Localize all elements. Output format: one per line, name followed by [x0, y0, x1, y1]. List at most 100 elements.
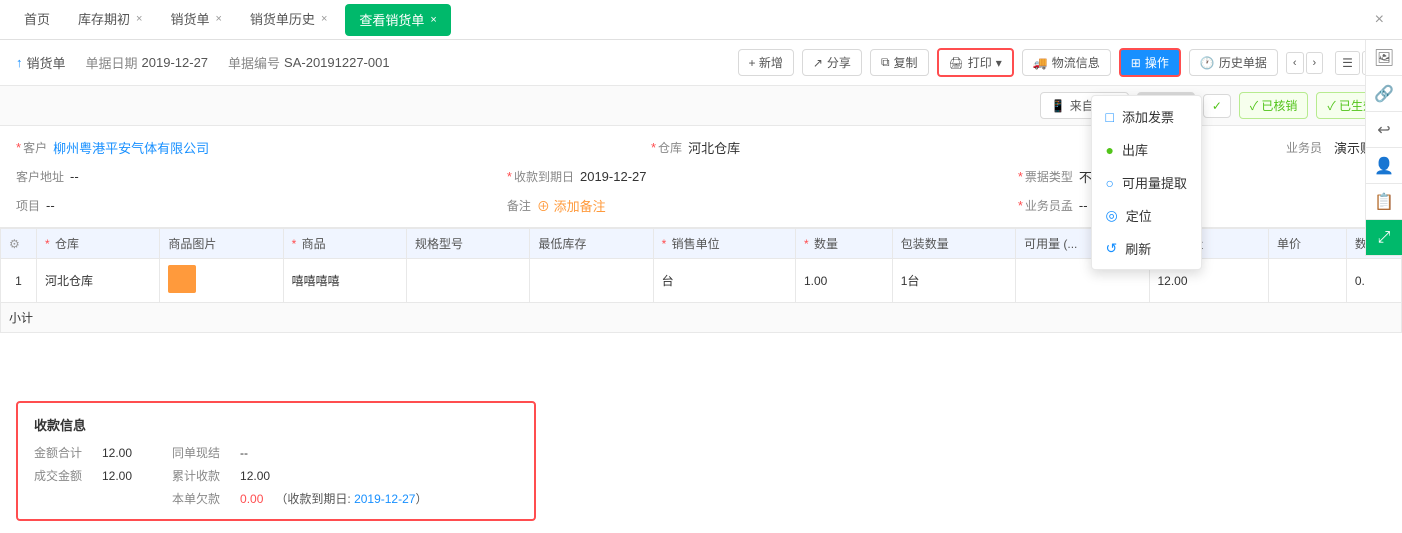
- out-stock-label: 出库: [1122, 140, 1148, 159]
- th-min-stock: 最低库存: [530, 229, 653, 259]
- list-view-button[interactable]: ☰: [1335, 51, 1360, 75]
- subtotal-row: 小计: [1, 303, 1402, 333]
- right-panel-return-icon[interactable]: ↩: [1366, 112, 1402, 148]
- prev-record-button[interactable]: ‹: [1286, 52, 1304, 74]
- customer-label: 客户: [23, 139, 47, 156]
- th-settings: ⚙: [1, 229, 37, 259]
- payment-row-deal: 成交金额 12.00: [34, 467, 132, 484]
- collected-value: 12.00: [240, 469, 270, 483]
- history-button-label: 历史单据: [1219, 54, 1267, 71]
- check-icon: ✓: [1212, 99, 1222, 113]
- tab-inventory-init-close[interactable]: ×: [136, 13, 142, 25]
- due-date-required-star: *: [507, 169, 512, 184]
- th-unit: * 销售单位: [653, 229, 795, 259]
- doc-actions: + 新增 ↗ 分享 ⧉ 复制 🖨 打印 ▾ 🚚 物流信息: [738, 48, 1386, 77]
- tab-view-sales[interactable]: 查看销货单 ×: [345, 4, 450, 36]
- customer-field: * 客户 柳州粤港平安气体有限公司: [16, 138, 651, 157]
- tab-inventory-init[interactable]: 库存期初 ×: [64, 0, 156, 40]
- refresh-icon: ↺: [1106, 240, 1118, 257]
- doc-type-icon: ↑: [16, 55, 23, 70]
- td-pack-qty: 1台: [892, 259, 1015, 303]
- tab-home[interactable]: 首页: [10, 0, 64, 40]
- right-panel-clipboard-icon[interactable]: 📋: [1366, 184, 1402, 220]
- right-panel-image-icon[interactable]: 🖼: [1366, 40, 1402, 76]
- right-panel: 🖼 🔗 ↩ 👤 📋 ⤢: [1365, 40, 1402, 256]
- project-field: 项目 --: [16, 197, 507, 214]
- doc-meta: 单据日期 2019-12-27 单据编号 SA-20191227-001: [86, 53, 390, 72]
- due-date-value[interactable]: 2019-12-27: [580, 169, 647, 184]
- due-date-label: 收款到期日: [514, 168, 574, 185]
- phone-icon: 📱: [1051, 99, 1066, 113]
- add-invoice-label: 添加发票: [1122, 107, 1174, 126]
- th-product-img: 商品图片: [160, 229, 283, 259]
- deal-amount-value: 12.00: [102, 469, 132, 483]
- menu-item-out-stock[interactable]: ● 出库: [1092, 133, 1201, 166]
- staff-label: 业务员: [1286, 139, 1322, 156]
- th-price: 单价: [1269, 229, 1347, 259]
- history-button[interactable]: 🕐 历史单据: [1189, 49, 1278, 76]
- nav-arrows: ‹ ›: [1286, 52, 1323, 74]
- ticket-required-star: *: [1018, 169, 1023, 184]
- owed-value: 0.00: [240, 492, 263, 506]
- menu-item-add-invoice[interactable]: □ 添加发票: [1092, 100, 1201, 133]
- ticket-label: 票据类型: [1025, 168, 1073, 185]
- address-field: 客户地址 --: [16, 168, 507, 185]
- operations-button[interactable]: ⊞ 操作: [1119, 48, 1181, 77]
- new-button[interactable]: + 新增: [738, 49, 794, 76]
- share-button[interactable]: ↗ 分享: [802, 49, 862, 76]
- logistics-button-label: 物流信息: [1052, 54, 1100, 71]
- operations-icon: ⊞: [1131, 56, 1141, 70]
- owed-suffix: （收款到期日: 2019-12-27）: [275, 490, 427, 507]
- print-button[interactable]: 🖨 打印 ▾: [937, 48, 1014, 77]
- doc-date-group: 单据日期 2019-12-27: [86, 53, 209, 72]
- tab-sales-order-label: 销货单: [170, 9, 209, 28]
- print-icon: 🖨: [949, 56, 964, 70]
- address-label: 客户地址: [16, 168, 64, 185]
- doc-number-label: 单据编号: [228, 53, 280, 72]
- settle-label: 同单现结: [172, 444, 232, 461]
- logistics-button[interactable]: 🚚 物流信息: [1022, 49, 1111, 76]
- product-image: [168, 265, 196, 293]
- td-product: 嘻嘻嘻嘻: [283, 259, 406, 303]
- doc-type: ↑ 销货单: [16, 53, 66, 72]
- doc-number-group: 单据编号 SA-20191227-001: [228, 53, 390, 72]
- next-record-button[interactable]: ›: [1306, 52, 1324, 74]
- tab-home-label: 首页: [24, 9, 50, 28]
- bottom-section: 收款信息 金额合计 12.00 成交金额 12.00: [0, 389, 1402, 533]
- tab-view-sales-close[interactable]: ×: [430, 14, 436, 26]
- tab-bar: 首页 库存期初 × 销货单 × 销货单历史 × 查看销货单 × ×: [0, 0, 1402, 40]
- tab-sales-order[interactable]: 销货单 ×: [156, 0, 235, 40]
- owed-label: 本单欠款: [172, 490, 232, 507]
- new-button-label: + 新增: [749, 54, 783, 71]
- doc-number-value: SA-20191227-001: [284, 55, 390, 70]
- tab-bar-close-button[interactable]: ×: [1367, 11, 1392, 29]
- right-panel-link-icon[interactable]: 🔗: [1366, 76, 1402, 112]
- td-amount: 0.: [1346, 259, 1401, 303]
- menu-item-locate[interactable]: ◎ 定位: [1092, 199, 1201, 232]
- tab-sales-history[interactable]: 销货单历史 ×: [236, 0, 341, 40]
- right-panel-expand-icon[interactable]: ⤢: [1366, 220, 1402, 256]
- gear-icon[interactable]: ⚙: [9, 237, 20, 251]
- operations-dropdown: □ 添加发票 ● 出库 ○ 可用量提取 ◎ 定位 ↺ 刷新: [1091, 95, 1202, 270]
- menu-item-refresh[interactable]: ↺ 刷新: [1092, 232, 1201, 265]
- project-label: 项目: [16, 197, 40, 214]
- tab-sales-history-close[interactable]: ×: [321, 13, 327, 25]
- customer-value[interactable]: 柳州粤港平安气体有限公司: [53, 138, 209, 157]
- complete-check-button[interactable]: ✓: [1203, 94, 1231, 118]
- payment-info: 收款信息 金额合计 12.00 成交金额 12.00: [16, 401, 536, 521]
- remark-add-button[interactable]: ⊕ 添加备注: [537, 196, 606, 215]
- share-button-label: 分享: [827, 54, 851, 71]
- tab-sales-history-label: 销货单历史: [250, 9, 315, 28]
- payment-col-right: 同单现结 -- 累计收款 12.00 本单欠款 0.00 （收款到期日: 201…: [172, 444, 427, 507]
- collected-label: 累计收款: [172, 467, 232, 484]
- tab-sales-order-close[interactable]: ×: [215, 13, 221, 25]
- right-panel-user-icon[interactable]: 👤: [1366, 148, 1402, 184]
- salesperson-value: --: [1079, 198, 1088, 213]
- menu-item-available[interactable]: ○ 可用量提取: [1092, 166, 1201, 199]
- refresh-label: 刷新: [1125, 239, 1151, 258]
- warehouse-value[interactable]: 河北仓库: [688, 138, 740, 157]
- payment-rows: 金额合计 12.00 成交金额 12.00 同单现结 --: [34, 444, 518, 507]
- copy-button[interactable]: ⧉ 复制: [870, 49, 929, 76]
- add-invoice-icon: □: [1106, 109, 1114, 125]
- th-product: * 商品: [283, 229, 406, 259]
